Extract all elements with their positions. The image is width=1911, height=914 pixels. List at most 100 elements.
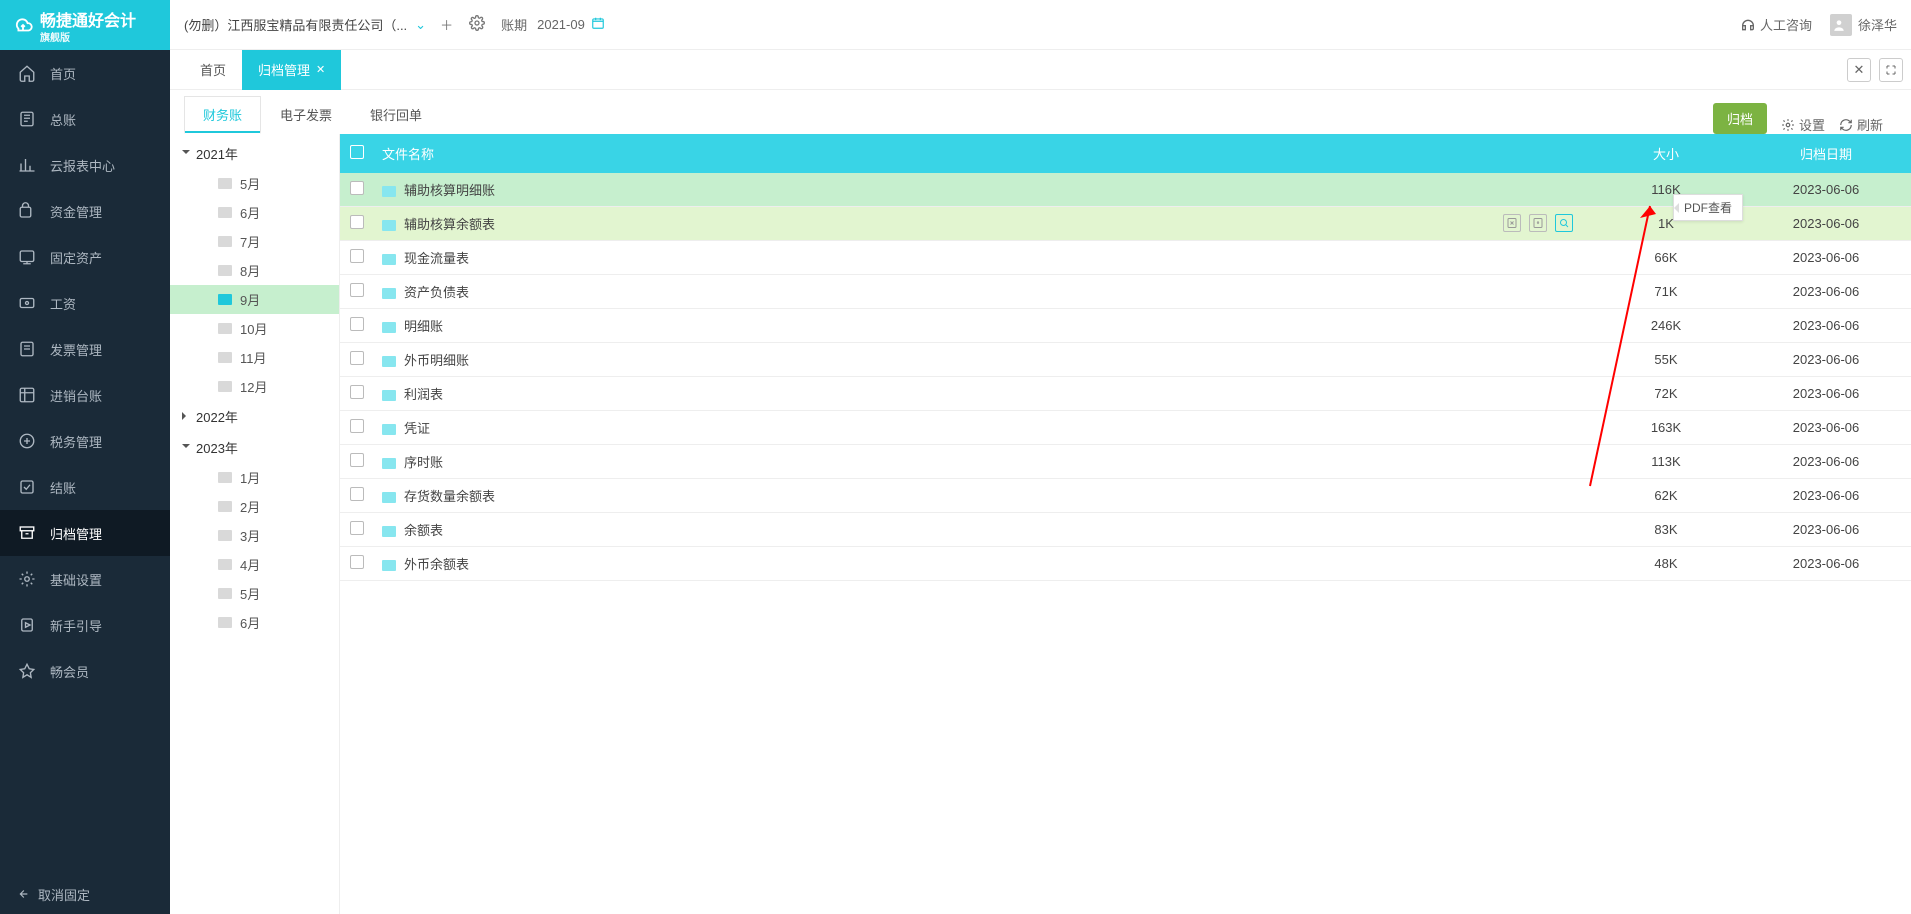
tree-month-0-0[interactable]: 5月 <box>170 169 339 198</box>
tree-month-0-6[interactable]: 11月 <box>170 343 339 372</box>
row-checkbox[interactable] <box>350 283 364 297</box>
folder-icon <box>382 322 396 333</box>
download-pdf-icon[interactable] <box>1529 214 1547 232</box>
file-name: 余额表 <box>404 523 443 538</box>
pdf-view-icon[interactable] <box>1555 214 1573 232</box>
archive-icon <box>18 524 36 542</box>
close-icon <box>18 478 36 496</box>
tree-month-2-1[interactable]: 2月 <box>170 492 339 521</box>
user-menu[interactable]: 徐泽华 <box>1830 14 1897 36</box>
tree-year-2[interactable]: 2023年 <box>170 432 339 463</box>
subtab-0[interactable]: 财务账 <box>184 96 261 134</box>
table-row[interactable]: 序时账 113K 2023-06-06 <box>340 445 1911 479</box>
folder-icon <box>218 530 232 541</box>
tree-month-0-4[interactable]: 9月 <box>170 285 339 314</box>
refresh-link[interactable]: 刷新 <box>1839 115 1883 134</box>
row-checkbox[interactable] <box>350 419 364 433</box>
folder-icon <box>218 323 232 334</box>
company-selector[interactable]: (勿删）江西服宝精品有限责任公司（... <box>184 15 407 34</box>
sidebar-item-2[interactable]: 云报表中心 <box>0 142 170 188</box>
consult-link[interactable]: 人工咨询 <box>1740 15 1812 34</box>
close-tab-button[interactable]: ✕ <box>1847 58 1871 82</box>
table-row[interactable]: 余额表 83K 2023-06-06 <box>340 513 1911 547</box>
tree-month-0-7[interactable]: 12月 <box>170 372 339 401</box>
folder-icon <box>218 381 232 392</box>
sidebar-item-1[interactable]: 总账 <box>0 96 170 142</box>
home-icon <box>18 64 36 82</box>
table-row[interactable]: 资产负债表 71K 2023-06-06 <box>340 275 1911 309</box>
sidebar-unpin[interactable]: 取消固定 <box>0 874 170 914</box>
tree-month-0-3[interactable]: 8月 <box>170 256 339 285</box>
table-row[interactable]: 现金流量表 66K 2023-06-06 <box>340 241 1911 275</box>
sidebar-item-10[interactable]: 归档管理 <box>0 510 170 556</box>
add-company-button[interactable]: ＋ <box>440 15 453 34</box>
sidebar-item-7[interactable]: 进销台账 <box>0 372 170 418</box>
subtab-2[interactable]: 银行回单 <box>351 96 441 134</box>
tree-year-0[interactable]: 2021年 <box>170 138 339 169</box>
table-row[interactable]: 利润表 72K 2023-06-06 <box>340 377 1911 411</box>
file-date: 2023-06-06 <box>1741 547 1911 581</box>
sidebar-item-11[interactable]: 基础设置 <box>0 556 170 602</box>
table-row[interactable]: 凭证 163K 2023-06-06 <box>340 411 1911 445</box>
sidebar-item-13[interactable]: 畅会员 <box>0 648 170 694</box>
calendar-icon[interactable] <box>591 16 605 33</box>
sidebar-item-0[interactable]: 首页 <box>0 50 170 96</box>
table-row[interactable]: 存货数量余额表 62K 2023-06-06 <box>340 479 1911 513</box>
row-checkbox[interactable] <box>350 555 364 569</box>
tree-year-1[interactable]: 2022年 <box>170 401 339 432</box>
tooltip-label: PDF查看 <box>1684 201 1732 215</box>
tree-month-label: 7月 <box>240 232 260 251</box>
fullscreen-button[interactable] <box>1879 58 1903 82</box>
row-checkbox[interactable] <box>350 317 364 331</box>
tree-month-0-2[interactable]: 7月 <box>170 227 339 256</box>
folder-icon <box>382 492 396 503</box>
file-size: 71K <box>1591 275 1741 309</box>
folder-icon <box>382 254 396 265</box>
tree-month-label: 1月 <box>240 468 260 487</box>
archive-button[interactable]: 归档 <box>1713 103 1767 134</box>
sidebar-item-label: 工资 <box>50 294 76 313</box>
download-excel-icon[interactable] <box>1503 214 1521 232</box>
row-checkbox[interactable] <box>350 351 364 365</box>
tree-month-label: 10月 <box>240 319 267 338</box>
tree-month-2-0[interactable]: 1月 <box>170 463 339 492</box>
settings-link[interactable]: 设置 <box>1781 115 1825 134</box>
row-checkbox[interactable] <box>350 453 364 467</box>
row-checkbox[interactable] <box>350 521 364 535</box>
tree-month-2-3[interactable]: 4月 <box>170 550 339 579</box>
file-date: 2023-06-06 <box>1741 513 1911 547</box>
tree-month-2-2[interactable]: 3月 <box>170 521 339 550</box>
tab-0[interactable]: 首页 <box>184 50 242 90</box>
period-value[interactable]: 2021-09 <box>537 17 585 32</box>
table-row[interactable]: 外币明细账 55K 2023-06-06 <box>340 343 1911 377</box>
row-checkbox[interactable] <box>350 487 364 501</box>
brand-edition: 旗舰版 <box>40 29 136 44</box>
tree-month-2-4[interactable]: 5月 <box>170 579 339 608</box>
sidebar-item-12[interactable]: 新手引导 <box>0 602 170 648</box>
folder-icon <box>382 526 396 537</box>
subtab-1[interactable]: 电子发票 <box>261 96 351 134</box>
username: 徐泽华 <box>1858 15 1897 34</box>
sidebar-item-label: 云报表中心 <box>50 156 115 175</box>
sidebar-item-8[interactable]: 税务管理 <box>0 418 170 464</box>
company-dropdown-icon[interactable]: ⌄ <box>415 17 426 33</box>
sidebar-item-label: 结账 <box>50 478 76 497</box>
table-row[interactable]: 明细账 246K 2023-06-06 <box>340 309 1911 343</box>
select-all-checkbox[interactable] <box>350 145 364 159</box>
company-settings-button[interactable] <box>469 15 485 34</box>
sidebar-item-6[interactable]: 发票管理 <box>0 326 170 372</box>
sidebar-item-4[interactable]: 固定资产 <box>0 234 170 280</box>
sidebar-item-5[interactable]: 工资 <box>0 280 170 326</box>
tab-close-icon[interactable]: ✕ <box>316 63 325 76</box>
row-checkbox[interactable] <box>350 181 364 195</box>
tree-month-0-1[interactable]: 6月 <box>170 198 339 227</box>
tree-month-2-5[interactable]: 6月 <box>170 608 339 637</box>
tree-month-0-5[interactable]: 10月 <box>170 314 339 343</box>
row-checkbox[interactable] <box>350 249 364 263</box>
sidebar-item-3[interactable]: 资金管理 <box>0 188 170 234</box>
sidebar-item-9[interactable]: 结账 <box>0 464 170 510</box>
row-checkbox[interactable] <box>350 385 364 399</box>
row-checkbox[interactable] <box>350 215 364 229</box>
tab-1[interactable]: 归档管理✕ <box>242 50 341 90</box>
table-row[interactable]: 外币余额表 48K 2023-06-06 <box>340 547 1911 581</box>
